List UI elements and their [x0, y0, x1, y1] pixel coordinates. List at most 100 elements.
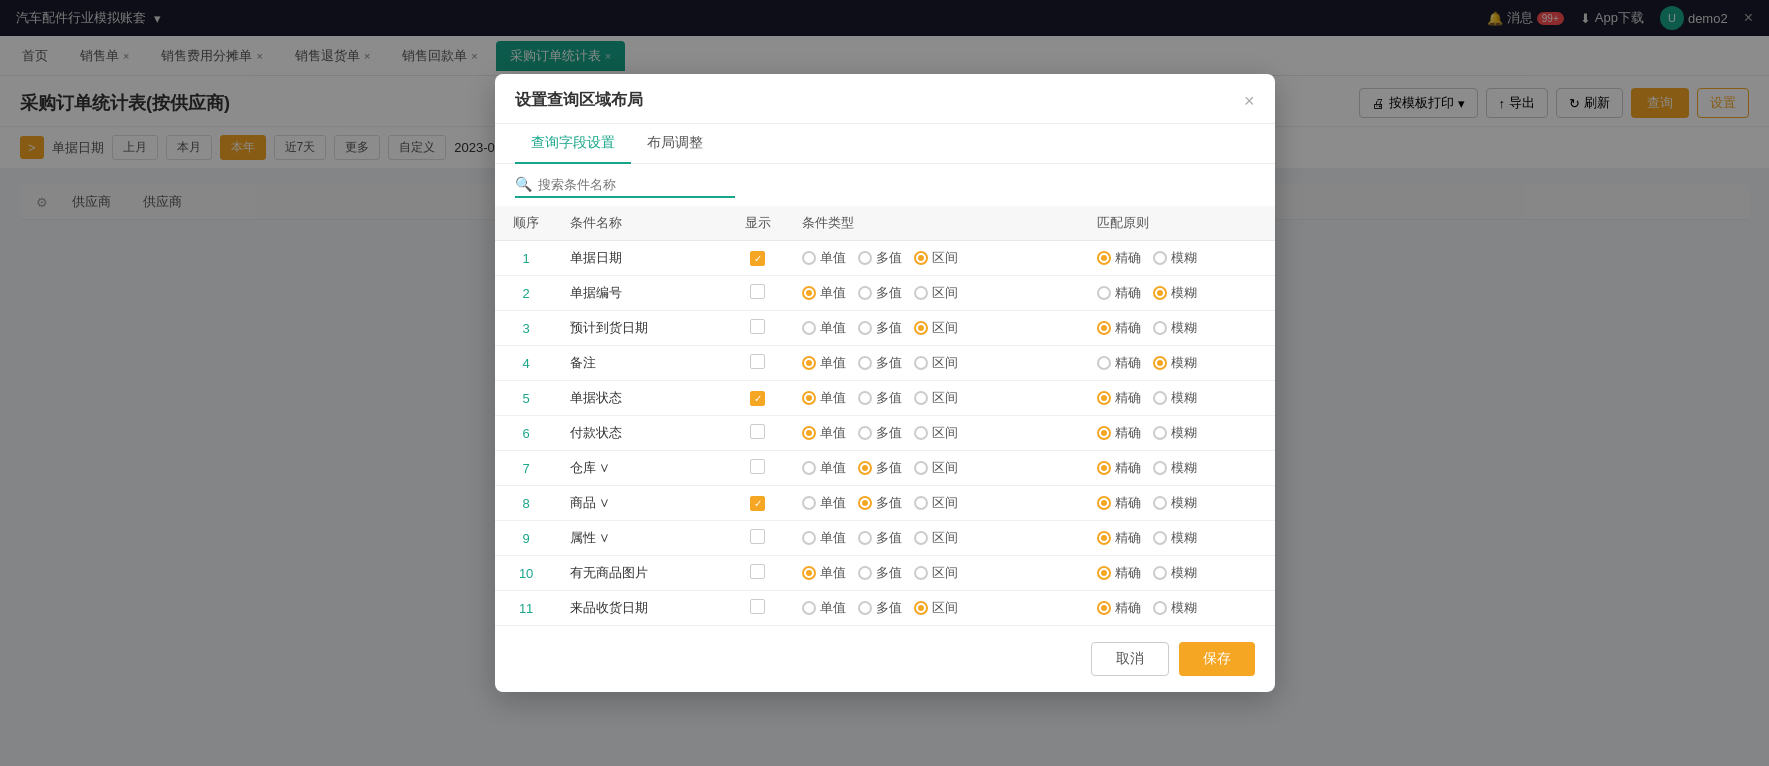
search-icon: 🔍 [515, 176, 532, 192]
radio-match-模糊[interactable]: 模糊 [1153, 354, 1197, 372]
radio-type-单值[interactable]: 单值 [802, 459, 846, 477]
row-order: 1 [495, 241, 558, 276]
row-match-group: 精确 模糊 [1085, 556, 1275, 570]
modal-tab-fields[interactable]: 查询字段设置 [515, 124, 631, 164]
row-display-checkbox[interactable] [726, 381, 789, 416]
radio-match-模糊[interactable]: 模糊 [1153, 249, 1197, 267]
radio-match-精确[interactable]: 精确 [1097, 319, 1141, 337]
radio-type-区间[interactable]: 区间 [914, 494, 958, 512]
checkbox[interactable] [750, 529, 765, 544]
row-display-checkbox[interactable] [726, 276, 789, 311]
checkbox[interactable] [750, 564, 765, 569]
row-display-checkbox[interactable] [726, 451, 789, 486]
radio-type-区间[interactable]: 区间 [914, 529, 958, 547]
table-row: 10有无商品图片单值 多值 区间 精确 模糊 [495, 556, 1275, 570]
row-match-group: 精确模糊 [1085, 276, 1275, 311]
radio-match-模糊[interactable]: 模糊 [1153, 389, 1197, 407]
row-display-checkbox[interactable] [726, 241, 789, 276]
row-name: 单据编号 [558, 276, 727, 311]
radio-match-精确[interactable]: 精确 [1097, 564, 1141, 569]
row-match-group: 精确模糊 [1085, 381, 1275, 416]
checkbox[interactable] [750, 354, 765, 369]
radio-match-模糊[interactable]: 模糊 [1153, 529, 1197, 547]
radio-type-多值[interactable]: 多值 [858, 494, 902, 512]
radio-type-多值[interactable]: 多值 [858, 459, 902, 477]
radio-type-多值[interactable]: 多值 [858, 319, 902, 337]
radio-type-区间[interactable]: 区间 [914, 249, 958, 267]
row-match-group: 精确模糊 [1085, 241, 1275, 276]
radio-type-单值[interactable]: 单值 [802, 319, 846, 337]
radio-type-单值[interactable]: 单值 [802, 529, 846, 547]
radio-match-模糊[interactable]: 模糊 [1153, 319, 1197, 337]
row-display-checkbox[interactable] [726, 416, 789, 451]
checkbox[interactable] [750, 391, 765, 406]
radio-match-精确[interactable]: 精确 [1097, 354, 1141, 372]
radio-type-单值[interactable]: 单值 [802, 249, 846, 267]
radio-type-区间[interactable]: 区间 [914, 284, 958, 302]
radio-type-多值[interactable]: 多值 [858, 284, 902, 302]
radio-match-精确[interactable]: 精确 [1097, 389, 1141, 407]
row-order: 5 [495, 381, 558, 416]
modal-close-button[interactable]: × [1244, 92, 1255, 110]
row-type-group: 单值多值区间 [790, 346, 1085, 381]
radio-match-模糊[interactable]: 模糊 [1153, 494, 1197, 512]
radio-type-多值[interactable]: 多值 [858, 529, 902, 547]
row-display-checkbox[interactable] [726, 346, 789, 381]
radio-match-模糊[interactable]: 模糊 [1153, 424, 1197, 442]
radio-type-单值[interactable]: 单值 [802, 354, 846, 372]
search-box: 🔍 [515, 176, 735, 198]
modal-header: 设置查询区域布局 × [495, 74, 1275, 124]
radio-type-多值[interactable]: 多值 [858, 564, 902, 569]
row-name: 备注 [558, 346, 727, 381]
radio-match-模糊[interactable]: 模糊 [1153, 564, 1197, 569]
radio-type-区间[interactable]: 区间 [914, 389, 958, 407]
radio-match-精确[interactable]: 精确 [1097, 424, 1141, 442]
search-input[interactable] [538, 177, 718, 192]
modal-search-area: 🔍 [495, 164, 1275, 206]
radio-type-单值[interactable]: 单值 [802, 564, 846, 569]
col-display: 显示 [726, 206, 789, 241]
checkbox[interactable] [750, 496, 765, 511]
row-name: 有无商品图片 [558, 556, 727, 570]
row-match-group: 精确模糊 [1085, 346, 1275, 381]
radio-type-单值[interactable]: 单值 [802, 494, 846, 512]
row-display-checkbox[interactable] [726, 311, 789, 346]
radio-match-模糊[interactable]: 模糊 [1153, 284, 1197, 302]
table-row: 8商品 ∨单值多值区间精确模糊 [495, 486, 1275, 521]
checkbox[interactable] [750, 459, 765, 474]
checkbox[interactable] [750, 319, 765, 334]
radio-type-区间[interactable]: 区间 [914, 354, 958, 372]
radio-type-多值[interactable]: 多值 [858, 389, 902, 407]
row-display-checkbox[interactable] [726, 521, 789, 556]
radio-match-精确[interactable]: 精确 [1097, 249, 1141, 267]
radio-match-模糊[interactable]: 模糊 [1153, 459, 1197, 477]
radio-type-单值[interactable]: 单值 [802, 424, 846, 442]
checkbox[interactable] [750, 284, 765, 299]
checkbox[interactable] [750, 424, 765, 439]
radio-type-区间[interactable]: 区间 [914, 424, 958, 442]
radio-type-区间[interactable]: 区间 [914, 319, 958, 337]
table-header: 顺序 条件名称 显示 条件类型 匹配原则 [495, 206, 1275, 241]
radio-type-区间[interactable]: 区间 [914, 564, 958, 569]
radio-match-精确[interactable]: 精确 [1097, 459, 1141, 477]
row-name: 商品 ∨ [558, 486, 727, 521]
row-match-group: 精确模糊 [1085, 486, 1275, 521]
radio-type-多值[interactable]: 多值 [858, 249, 902, 267]
row-order: 10 [495, 556, 558, 570]
radio-type-区间[interactable]: 区间 [914, 459, 958, 477]
modal-tab-layout[interactable]: 布局调整 [631, 124, 719, 164]
radio-match-精确[interactable]: 精确 [1097, 529, 1141, 547]
radio-match-精确[interactable]: 精确 [1097, 494, 1141, 512]
radio-type-多值[interactable]: 多值 [858, 354, 902, 372]
radio-type-单值[interactable]: 单值 [802, 284, 846, 302]
checkbox[interactable] [750, 251, 765, 266]
row-match-group: 精确模糊 [1085, 521, 1275, 556]
radio-match-精确[interactable]: 精确 [1097, 284, 1141, 302]
row-type-group: 单值 多值 区间 [790, 556, 1085, 570]
row-display-checkbox[interactable] [726, 486, 789, 521]
radio-type-单值[interactable]: 单值 [802, 389, 846, 407]
table-row: 2单据编号单值多值区间精确模糊 [495, 276, 1275, 311]
col-name: 条件名称 [558, 206, 727, 241]
radio-type-多值[interactable]: 多值 [858, 424, 902, 442]
row-display-checkbox[interactable] [726, 556, 789, 570]
